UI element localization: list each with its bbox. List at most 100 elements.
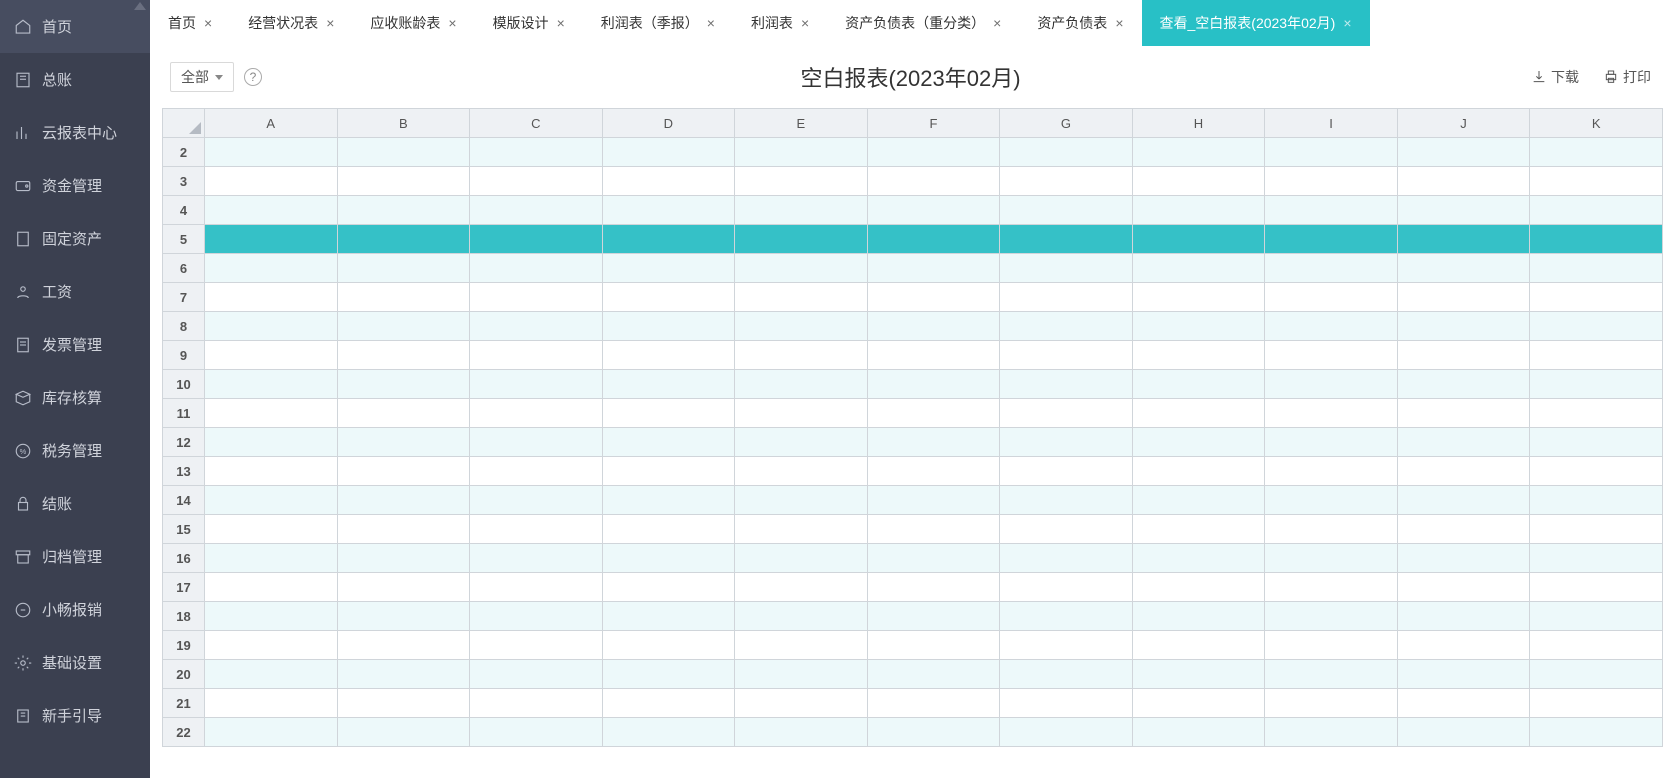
cell-I16[interactable]	[1265, 544, 1398, 573]
cell-D4[interactable]	[602, 196, 735, 225]
sidebar-item-archive[interactable]: 归档管理	[0, 530, 150, 583]
cell-J6[interactable]	[1397, 254, 1530, 283]
cell-D18[interactable]	[602, 602, 735, 631]
cell-G17[interactable]	[1000, 573, 1133, 602]
cell-H12[interactable]	[1132, 428, 1265, 457]
cell-K17[interactable]	[1530, 573, 1663, 602]
cell-I5[interactable]	[1265, 225, 1398, 254]
cell-H10[interactable]	[1132, 370, 1265, 399]
cell-D5[interactable]	[602, 225, 735, 254]
cell-A6[interactable]	[205, 254, 338, 283]
tab-3[interactable]: 模版设计×	[475, 0, 583, 46]
cell-C22[interactable]	[470, 718, 603, 747]
cell-F4[interactable]	[867, 196, 1000, 225]
cell-J11[interactable]	[1397, 399, 1530, 428]
cell-J21[interactable]	[1397, 689, 1530, 718]
cell-E8[interactable]	[735, 312, 868, 341]
row-header-15[interactable]: 15	[163, 515, 205, 544]
cell-H6[interactable]	[1132, 254, 1265, 283]
cell-K2[interactable]	[1530, 138, 1663, 167]
cell-K20[interactable]	[1530, 660, 1663, 689]
cell-C11[interactable]	[470, 399, 603, 428]
cell-D11[interactable]	[602, 399, 735, 428]
row-header-8[interactable]: 8	[163, 312, 205, 341]
cell-C10[interactable]	[470, 370, 603, 399]
col-header-G[interactable]: G	[1000, 109, 1133, 138]
sidebar-item-guide[interactable]: 新手引导	[0, 689, 150, 742]
cell-K10[interactable]	[1530, 370, 1663, 399]
cell-B14[interactable]	[337, 486, 470, 515]
cell-F2[interactable]	[867, 138, 1000, 167]
cell-F14[interactable]	[867, 486, 1000, 515]
cell-A13[interactable]	[205, 457, 338, 486]
col-header-C[interactable]: C	[470, 109, 603, 138]
cell-D21[interactable]	[602, 689, 735, 718]
sidebar-item-box[interactable]: 库存核算	[0, 371, 150, 424]
tab-close-icon[interactable]: ×	[448, 15, 456, 31]
cell-I15[interactable]	[1265, 515, 1398, 544]
cell-G15[interactable]	[1000, 515, 1133, 544]
sidebar-item-gear[interactable]: 基础设置	[0, 636, 150, 689]
cell-H4[interactable]	[1132, 196, 1265, 225]
cell-G22[interactable]	[1000, 718, 1133, 747]
cell-A8[interactable]	[205, 312, 338, 341]
tab-8[interactable]: 查看_空白报表(2023年02月)×	[1142, 0, 1370, 46]
cell-C14[interactable]	[470, 486, 603, 515]
cell-E10[interactable]	[735, 370, 868, 399]
cell-K13[interactable]	[1530, 457, 1663, 486]
sidebar-item-tax[interactable]: %税务管理	[0, 424, 150, 477]
cell-I21[interactable]	[1265, 689, 1398, 718]
cell-G9[interactable]	[1000, 341, 1133, 370]
cell-C12[interactable]	[470, 428, 603, 457]
cell-E15[interactable]	[735, 515, 868, 544]
cell-E12[interactable]	[735, 428, 868, 457]
tab-1[interactable]: 经营状况表×	[230, 0, 352, 46]
cell-I20[interactable]	[1265, 660, 1398, 689]
cell-G14[interactable]	[1000, 486, 1133, 515]
cell-J14[interactable]	[1397, 486, 1530, 515]
cell-E21[interactable]	[735, 689, 868, 718]
sidebar-item-home[interactable]: 首页	[0, 0, 150, 53]
sidebar-item-payroll[interactable]: 工资	[0, 265, 150, 318]
cell-D22[interactable]	[602, 718, 735, 747]
cell-I18[interactable]	[1265, 602, 1398, 631]
cell-E22[interactable]	[735, 718, 868, 747]
cell-A14[interactable]	[205, 486, 338, 515]
cell-E14[interactable]	[735, 486, 868, 515]
cell-B15[interactable]	[337, 515, 470, 544]
cell-D9[interactable]	[602, 341, 735, 370]
cell-B10[interactable]	[337, 370, 470, 399]
cell-A19[interactable]	[205, 631, 338, 660]
cell-H19[interactable]	[1132, 631, 1265, 660]
cell-H9[interactable]	[1132, 341, 1265, 370]
cell-E18[interactable]	[735, 602, 868, 631]
cell-I17[interactable]	[1265, 573, 1398, 602]
cell-H18[interactable]	[1132, 602, 1265, 631]
tab-7[interactable]: 资产负债表×	[1019, 0, 1141, 46]
cell-I9[interactable]	[1265, 341, 1398, 370]
cell-B8[interactable]	[337, 312, 470, 341]
cell-E19[interactable]	[735, 631, 868, 660]
cell-B17[interactable]	[337, 573, 470, 602]
cell-A3[interactable]	[205, 167, 338, 196]
cell-E16[interactable]	[735, 544, 868, 573]
cell-B11[interactable]	[337, 399, 470, 428]
cell-H3[interactable]	[1132, 167, 1265, 196]
cell-C21[interactable]	[470, 689, 603, 718]
row-header-22[interactable]: 22	[163, 718, 205, 747]
cell-K21[interactable]	[1530, 689, 1663, 718]
cell-B21[interactable]	[337, 689, 470, 718]
cell-J15[interactable]	[1397, 515, 1530, 544]
row-header-16[interactable]: 16	[163, 544, 205, 573]
cell-F9[interactable]	[867, 341, 1000, 370]
cell-K9[interactable]	[1530, 341, 1663, 370]
cell-B7[interactable]	[337, 283, 470, 312]
cell-C18[interactable]	[470, 602, 603, 631]
cell-J10[interactable]	[1397, 370, 1530, 399]
cell-E13[interactable]	[735, 457, 868, 486]
cell-C19[interactable]	[470, 631, 603, 660]
filter-dropdown[interactable]: 全部	[170, 62, 234, 92]
cell-J22[interactable]	[1397, 718, 1530, 747]
row-header-5[interactable]: 5	[163, 225, 205, 254]
cell-B6[interactable]	[337, 254, 470, 283]
